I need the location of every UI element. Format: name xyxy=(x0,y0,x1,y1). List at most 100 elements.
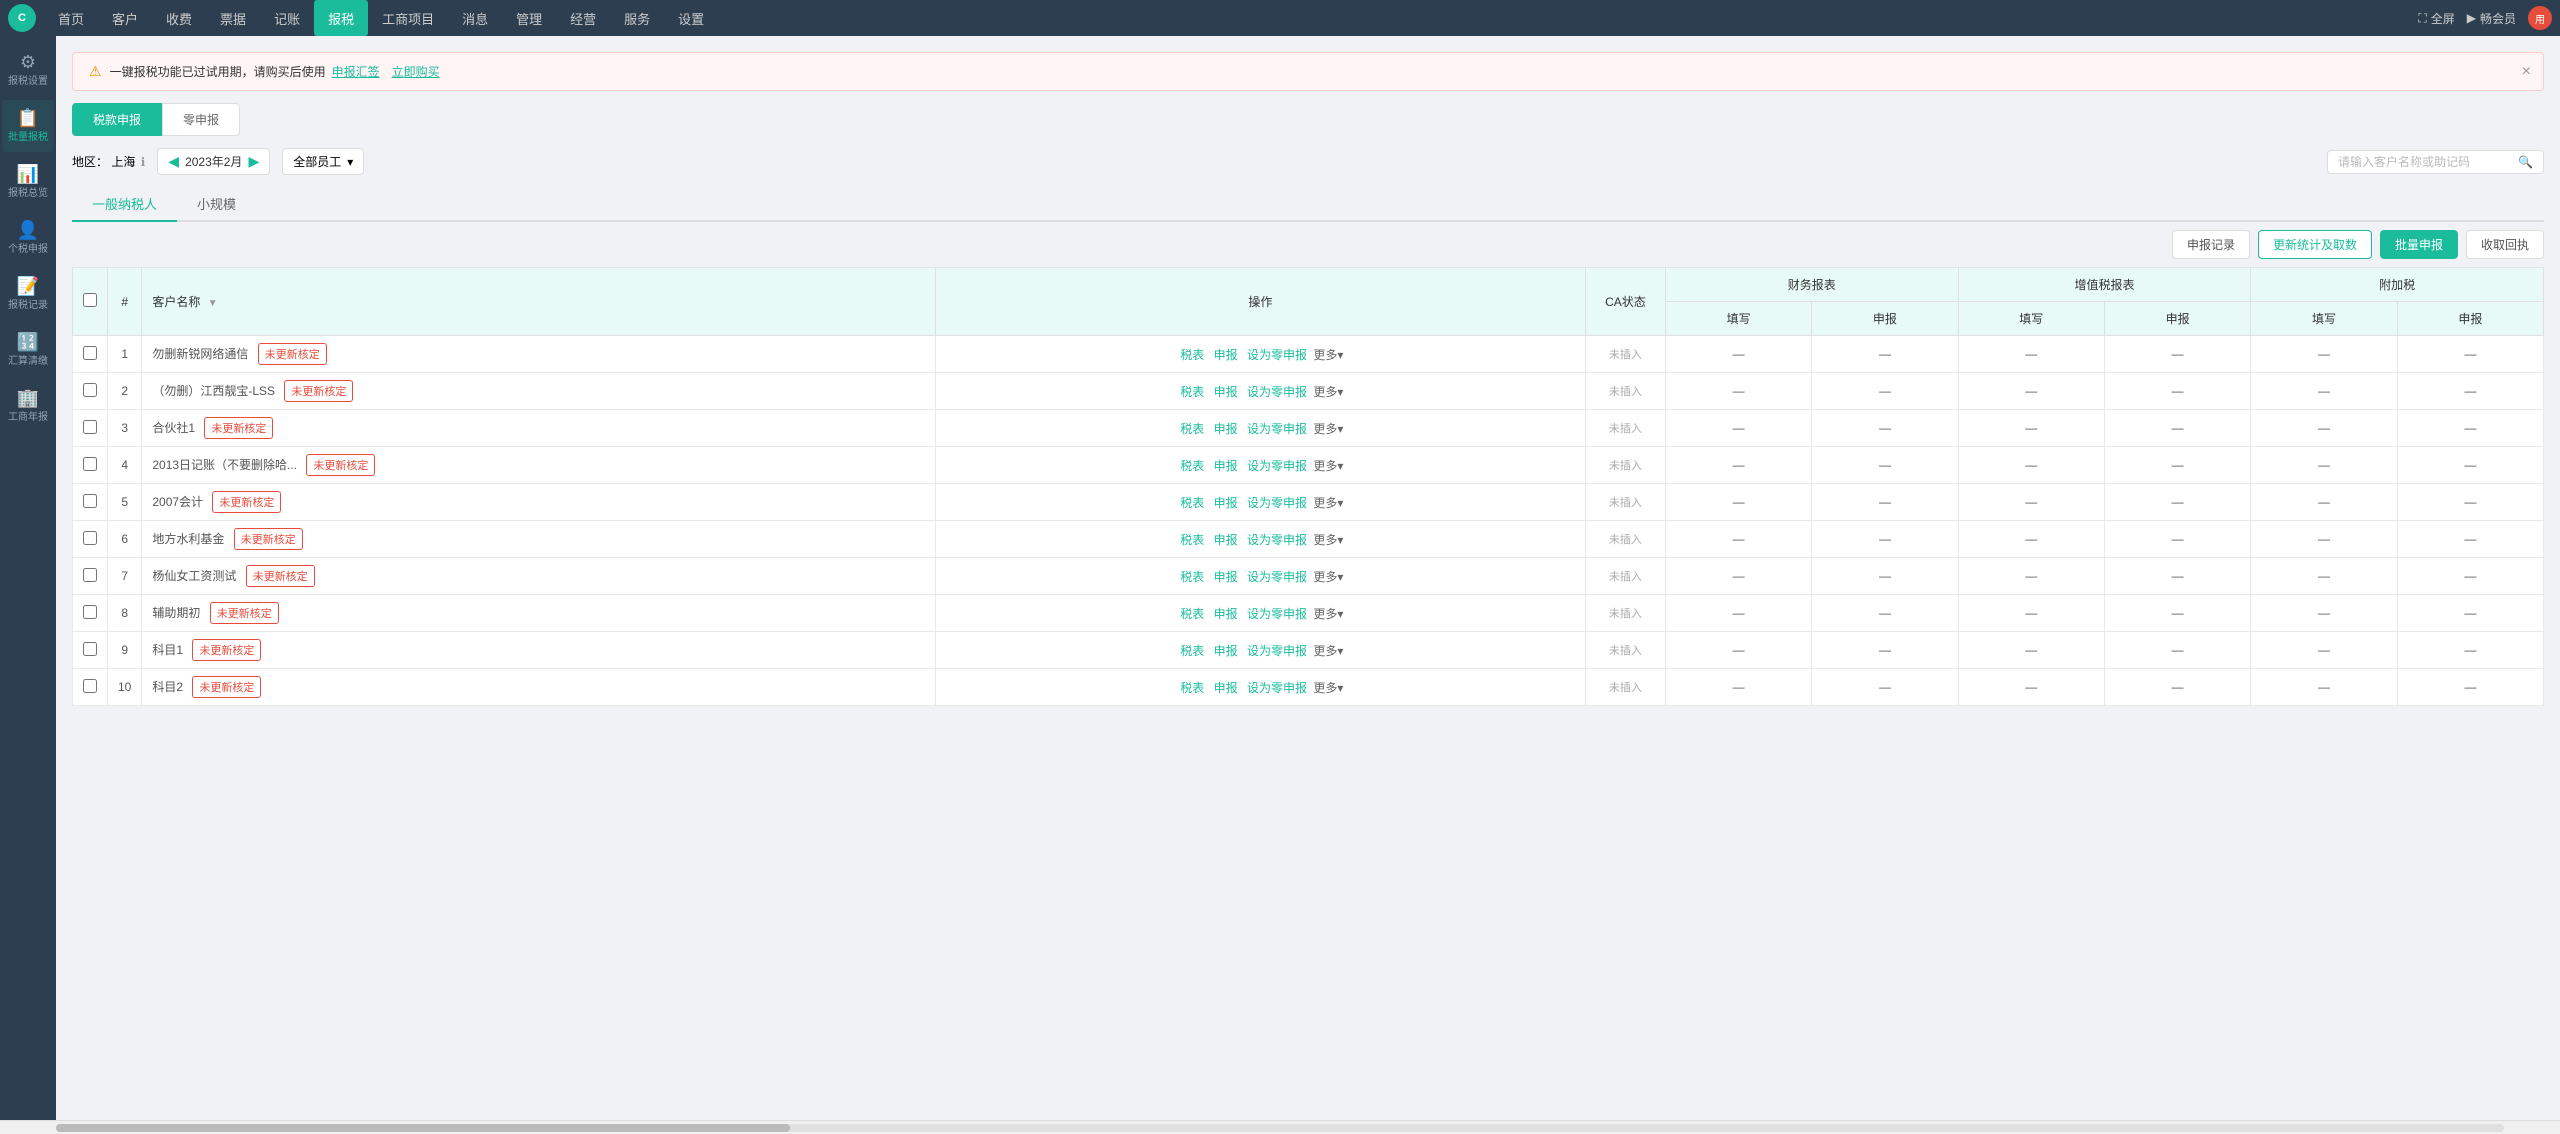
sidebar-item-baoshui-zonglan[interactable]: 📊 报税总览 xyxy=(2,156,54,208)
op-tax-form[interactable]: 税表 xyxy=(1180,681,1204,695)
nav-operation[interactable]: 经营 xyxy=(556,0,610,36)
row-checkbox[interactable] xyxy=(73,484,108,521)
op-set-zero[interactable]: 设为零申报 xyxy=(1247,385,1307,399)
nav-bookkeeping[interactable]: 记账 xyxy=(260,0,314,36)
tab-general-taxpayer[interactable]: 一般纳税人 xyxy=(72,187,177,222)
op-more[interactable]: 更多▾ xyxy=(1313,570,1343,584)
next-month-btn[interactable]: ▶ xyxy=(248,153,259,170)
op-set-zero[interactable]: 设为零申报 xyxy=(1247,681,1307,695)
op-more[interactable]: 更多▾ xyxy=(1313,385,1343,399)
nav-home[interactable]: 首页 xyxy=(44,0,98,36)
nav-commerce[interactable]: 工商项目 xyxy=(368,0,448,36)
op-set-zero[interactable]: 设为零申报 xyxy=(1247,570,1307,584)
table-row: 10 科目2 未更新核定 税表 申报 设为零申报 更多▾ 未插入 — — — —… xyxy=(73,669,2544,706)
banner-link-purchase[interactable]: 立即购买 xyxy=(392,63,440,80)
sidebar-item-baoshui-shezhi[interactable]: ⚙ 报税设置 xyxy=(2,44,54,96)
op-tax-form[interactable]: 税表 xyxy=(1180,533,1204,547)
tab-tax-declaration[interactable]: 税款申报 xyxy=(72,103,162,136)
op-declare[interactable]: 申报 xyxy=(1214,385,1238,399)
sidebar-item-gongshang-nianbao[interactable]: 🏢 工商年报 xyxy=(2,380,54,432)
op-tax-form[interactable]: 税表 xyxy=(1180,496,1204,510)
op-more[interactable]: 更多▾ xyxy=(1313,681,1343,695)
sidebar-item-piliang-baoshui[interactable]: 📋 批量报税 xyxy=(2,100,54,152)
fullscreen-btn[interactable]: ⛶ 全屏 xyxy=(2418,10,2454,27)
op-more[interactable]: 更多▾ xyxy=(1313,644,1343,658)
declaration-record-btn[interactable]: 申报记录 xyxy=(2172,230,2250,259)
op-declare[interactable]: 申报 xyxy=(1214,644,1238,658)
row-tax-fill: — xyxy=(1958,632,2104,669)
row-checkbox[interactable] xyxy=(73,521,108,558)
op-more[interactable]: 更多▾ xyxy=(1313,533,1343,547)
search-input[interactable] xyxy=(2338,155,2518,169)
row-tax-declare: — xyxy=(2104,484,2250,521)
op-tax-form[interactable]: 税表 xyxy=(1180,422,1204,436)
op-declare[interactable]: 申报 xyxy=(1214,422,1238,436)
nav-settings[interactable]: 设置 xyxy=(664,0,718,36)
row-tax-declare: — xyxy=(2104,669,2250,706)
row-checkbox[interactable] xyxy=(73,595,108,632)
op-declare[interactable]: 申报 xyxy=(1214,533,1238,547)
row-checkbox[interactable] xyxy=(73,669,108,706)
nav-manage[interactable]: 管理 xyxy=(502,0,556,36)
op-tax-form[interactable]: 税表 xyxy=(1180,348,1204,362)
avatar[interactable]: 用 xyxy=(2528,6,2552,30)
sidebar-item-huisuan-qingshu[interactable]: 🔢 汇算清缴 xyxy=(2,324,54,376)
op-declare[interactable]: 申报 xyxy=(1214,459,1238,473)
prev-month-btn[interactable]: ◀ xyxy=(168,153,179,170)
info-icon[interactable]: ℹ xyxy=(141,155,146,169)
op-set-zero[interactable]: 设为零申报 xyxy=(1247,348,1307,362)
row-checkbox[interactable] xyxy=(73,558,108,595)
op-tax-form[interactable]: 税表 xyxy=(1180,459,1204,473)
banner-link-shenbaohui[interactable]: 申报汇签 xyxy=(332,63,380,80)
op-declare[interactable]: 申报 xyxy=(1214,681,1238,695)
op-tax-form[interactable]: 税表 xyxy=(1180,385,1204,399)
staff-selector[interactable]: 全部员工 ▾ xyxy=(282,148,364,175)
op-declare[interactable]: 申报 xyxy=(1214,607,1238,621)
search-icon[interactable]: 🔍 xyxy=(2518,155,2533,169)
row-checkbox[interactable] xyxy=(73,632,108,669)
row-added-fill: — xyxy=(2251,521,2397,558)
nav-fee[interactable]: 收费 xyxy=(152,0,206,36)
nav-service[interactable]: 服务 xyxy=(610,0,664,36)
op-set-zero[interactable]: 设为零申报 xyxy=(1247,533,1307,547)
tab-zero-declaration[interactable]: 零申报 xyxy=(162,103,240,136)
op-set-zero[interactable]: 设为零申报 xyxy=(1247,496,1307,510)
nav-tax[interactable]: 报税 xyxy=(314,0,368,36)
op-declare[interactable]: 申报 xyxy=(1214,496,1238,510)
op-more[interactable]: 更多▾ xyxy=(1313,422,1343,436)
op-set-zero[interactable]: 设为零申报 xyxy=(1247,459,1307,473)
nav-client[interactable]: 客户 xyxy=(98,0,152,36)
row-index: 9 xyxy=(108,632,142,669)
op-set-zero[interactable]: 设为零申报 xyxy=(1247,644,1307,658)
sidebar-item-geren-shenbao[interactable]: 👤 个税申报 xyxy=(2,212,54,264)
row-index: 6 xyxy=(108,521,142,558)
op-set-zero[interactable]: 设为零申报 xyxy=(1247,607,1307,621)
op-tax-form[interactable]: 税表 xyxy=(1180,607,1204,621)
horizontal-scrollbar[interactable] xyxy=(0,1120,2560,1134)
op-more[interactable]: 更多▾ xyxy=(1313,607,1343,621)
op-set-zero[interactable]: 设为零申报 xyxy=(1247,422,1307,436)
op-declare[interactable]: 申报 xyxy=(1214,570,1238,584)
row-checkbox[interactable] xyxy=(73,447,108,484)
update-stats-btn[interactable]: 更新统计及取数 xyxy=(2258,230,2372,259)
op-more[interactable]: 更多▾ xyxy=(1313,459,1343,473)
op-tax-form[interactable]: 税表 xyxy=(1180,644,1204,658)
op-tax-form[interactable]: 税表 xyxy=(1180,570,1204,584)
row-checkbox[interactable] xyxy=(73,410,108,447)
op-more[interactable]: 更多▾ xyxy=(1313,496,1343,510)
receive-receipt-btn[interactable]: 收取回执 xyxy=(2466,230,2544,259)
op-more[interactable]: 更多▾ xyxy=(1313,348,1343,362)
op-declare[interactable]: 申报 xyxy=(1214,348,1238,362)
nav-invoice[interactable]: 票据 xyxy=(206,0,260,36)
sidebar-item-baoshui-jilu[interactable]: 📝 报税记录 xyxy=(2,268,54,320)
main-tabs: 税款申报 零申报 xyxy=(72,103,2544,136)
nav-message[interactable]: 消息 xyxy=(448,0,502,36)
row-checkbox[interactable] xyxy=(73,373,108,410)
vip-btn[interactable]: ▶ 畅会员 xyxy=(2467,10,2516,27)
scrollbar-thumb[interactable] xyxy=(56,1124,790,1132)
select-all-checkbox[interactable] xyxy=(83,293,97,307)
row-checkbox[interactable] xyxy=(73,336,108,373)
tab-small-scale[interactable]: 小规模 xyxy=(177,187,256,222)
batch-declare-btn[interactable]: 批量申报 xyxy=(2380,230,2458,259)
banner-close-btn[interactable]: × xyxy=(2522,63,2531,81)
